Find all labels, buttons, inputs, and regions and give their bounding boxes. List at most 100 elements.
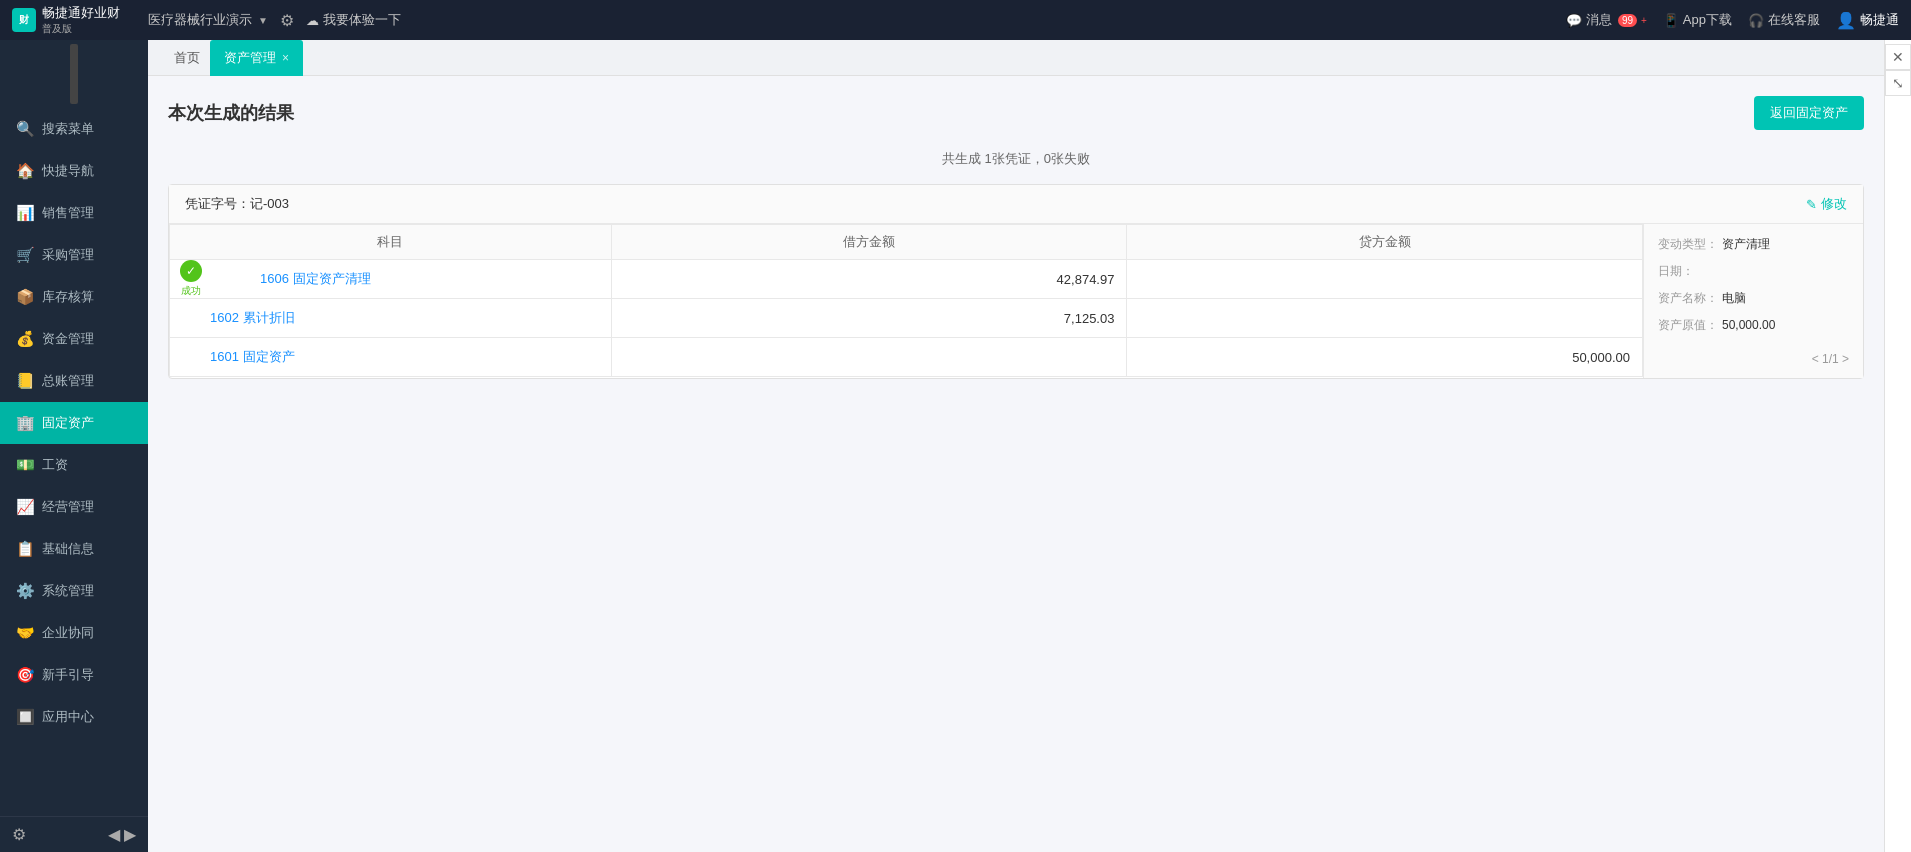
app-download-label: App下载 [1683, 11, 1732, 29]
sidebar-label-system: 系统管理 [42, 582, 94, 600]
return-button[interactable]: 返回固定资产 [1754, 96, 1864, 130]
sidebar-item-system[interactable]: ⚙️ 系统管理 [0, 570, 148, 612]
sidebar-item-inventory[interactable]: 📦 库存核算 [0, 276, 148, 318]
cell-credit-3: 50,000.00 [1127, 338, 1643, 377]
change-type-row: 变动类型： 资产清理 [1658, 236, 1849, 253]
summary-text: 共生成 1张凭证，0张失败 [942, 151, 1090, 166]
online-service-label: 在线客服 [1768, 11, 1820, 29]
sidebar-label-quick-nav: 快捷导航 [42, 162, 94, 180]
edit-label: 修改 [1821, 195, 1847, 213]
user-avatar-icon: 👤 [1836, 11, 1856, 30]
pagination-text: < 1/1 > [1812, 352, 1849, 366]
voucher-number: 凭证字号：记-003 [185, 195, 289, 213]
cell-credit-1 [1127, 260, 1643, 299]
cell-subject-2: 1602 累计折旧 [170, 299, 612, 338]
header-debit: 借方金额 [611, 225, 1127, 260]
settings-footer-icon[interactable]: ⚙ [12, 825, 26, 844]
close-panel-button[interactable]: ✕ [1885, 44, 1911, 70]
side-info-panel: 变动类型： 资产清理 日期： 资产名称： 电脑 资产原值： [1643, 224, 1863, 378]
subject-name-1: 固定资产清理 [293, 271, 371, 286]
cell-debit-3 [611, 338, 1127, 377]
logo-area: 财 畅捷通好业财 普及版 [12, 4, 120, 36]
tab-close-icon[interactable]: × [282, 51, 289, 65]
search-icon: 🔍 [16, 120, 34, 138]
change-type-value: 资产清理 [1722, 236, 1770, 253]
summary-line: 共生成 1张凭证，0张失败 [168, 150, 1864, 168]
success-indicator: ✓ 成功 [180, 260, 202, 298]
trial-icon: ☁ [306, 13, 319, 28]
collapse-sidebar-icon[interactable]: ◀ ▶ [108, 825, 136, 844]
app-download-item[interactable]: 📱 App下载 [1663, 11, 1732, 29]
original-value-label: 资产原值： [1658, 317, 1718, 334]
voucher-table: 科目 借方金额 贷方金额 ✓ 成 [169, 224, 1643, 377]
expand-panel-button[interactable]: ⤡ [1885, 70, 1911, 96]
sidebar-label-search: 搜索菜单 [42, 120, 94, 138]
cell-subject-3: 1601 固定资产 [170, 338, 612, 377]
inventory-icon: 📦 [16, 288, 34, 306]
home-icon: 🏠 [16, 162, 34, 180]
user-item[interactable]: 👤 畅捷通 [1836, 11, 1899, 30]
sidebar: 🔍 搜索菜单 🏠 快捷导航 📊 销售管理 🛒 采购管理 📦 库存核算 💰 [0, 40, 148, 852]
header-credit: 贷方金额 [1127, 225, 1643, 260]
online-service-icon: 🎧 [1748, 13, 1764, 28]
sidebar-label-operations: 经营管理 [42, 498, 94, 516]
tab-home[interactable]: 首页 [164, 40, 210, 76]
page-title: 本次生成的结果 [168, 101, 294, 125]
subject-code-2: 1602 [210, 310, 239, 325]
sidebar-item-app-center[interactable]: 🔲 应用中心 [0, 696, 148, 738]
trial-button[interactable]: ☁ 我要体验一下 [306, 11, 401, 29]
original-value-value: 50,000.00 [1722, 318, 1775, 332]
settings-button[interactable]: ⚙ [276, 7, 298, 34]
sidebar-item-sales[interactable]: 📊 销售管理 [0, 192, 148, 234]
system-icon: ⚙️ [16, 582, 34, 600]
sidebar-item-operations[interactable]: 📈 经营管理 [0, 486, 148, 528]
subject-link-2[interactable]: 1602 累计折旧 [210, 310, 295, 325]
messages-badge: 99 [1618, 14, 1637, 27]
page-header: 本次生成的结果 返回固定资产 [168, 96, 1864, 130]
sidebar-label-basic-info: 基础信息 [42, 540, 94, 558]
logo-text: 畅捷通好业财 [42, 4, 120, 22]
app-download-icon: 📱 [1663, 13, 1679, 28]
date-label: 日期： [1658, 263, 1694, 280]
sidebar-item-search[interactable]: 🔍 搜索菜单 [0, 108, 148, 150]
success-text: 成功 [181, 284, 201, 298]
pagination[interactable]: < 1/1 > [1658, 344, 1849, 366]
subject-name-3: 固定资产 [243, 349, 295, 364]
sidebar-item-payroll[interactable]: 💵 工资 [0, 444, 148, 486]
company-selector[interactable]: 医疗器械行业演示 ▼ [148, 11, 268, 29]
subject-link-1[interactable]: 1606 固定资产清理 [260, 271, 371, 286]
top-bar-left: 财 畅捷通好业财 普及版 医疗器械行业演示 ▼ ⚙ ☁ 我要体验一下 [12, 4, 401, 36]
subject-code-1: 1606 [260, 271, 289, 286]
sidebar-label-fixed-assets: 固定资产 [42, 414, 94, 432]
sidebar-footer: ⚙ ◀ ▶ [0, 816, 148, 852]
cell-debit-2: 7,125.03 [611, 299, 1127, 338]
table-row: ✓ 成功 1606 固定资产清理 42,874.97 [170, 260, 1643, 299]
subject-code-3: 1601 [210, 349, 239, 364]
voucher-block: 凭证字号：记-003 ✎ 修改 科目 借方金额 [168, 184, 1864, 379]
sidebar-item-basic-info[interactable]: 📋 基础信息 [0, 528, 148, 570]
sidebar-label-guide: 新手引导 [42, 666, 94, 684]
sidebar-item-quick-nav[interactable]: 🏠 快捷导航 [0, 150, 148, 192]
finance-icon: 💰 [16, 330, 34, 348]
sidebar-item-finance[interactable]: 💰 资金管理 [0, 318, 148, 360]
tab-asset-mgmt-label: 资产管理 [224, 49, 276, 67]
sidebar-item-fixed-assets[interactable]: 🏢 固定资产 [0, 402, 148, 444]
edit-button[interactable]: ✎ 修改 [1806, 195, 1847, 213]
purchase-icon: 🛒 [16, 246, 34, 264]
sales-icon: 📊 [16, 204, 34, 222]
voucher-header: 凭证字号：记-003 ✎ 修改 [169, 185, 1863, 224]
fixed-assets-icon: 🏢 [16, 414, 34, 432]
sidebar-item-enterprise[interactable]: 🤝 企业协同 [0, 612, 148, 654]
tab-asset-mgmt[interactable]: 资产管理 × [210, 40, 303, 76]
online-service-item[interactable]: 🎧 在线客服 [1748, 11, 1820, 29]
table-row: 1601 固定资产 50,000.00 [170, 338, 1643, 377]
asset-name-row: 资产名称： 电脑 [1658, 290, 1849, 307]
voucher-table-area: 科目 借方金额 贷方金额 ✓ 成 [169, 224, 1643, 378]
subject-link-3[interactable]: 1601 固定资产 [210, 349, 295, 364]
sidebar-item-ledger[interactable]: 📒 总账管理 [0, 360, 148, 402]
sidebar-item-guide[interactable]: 🎯 新手引导 [0, 654, 148, 696]
voucher-content: 科目 借方金额 贷方金额 ✓ 成 [169, 224, 1863, 378]
cell-debit-1: 42,874.97 [611, 260, 1127, 299]
messages-item[interactable]: 💬 消息 99 + [1566, 11, 1647, 29]
sidebar-item-purchase[interactable]: 🛒 采购管理 [0, 234, 148, 276]
